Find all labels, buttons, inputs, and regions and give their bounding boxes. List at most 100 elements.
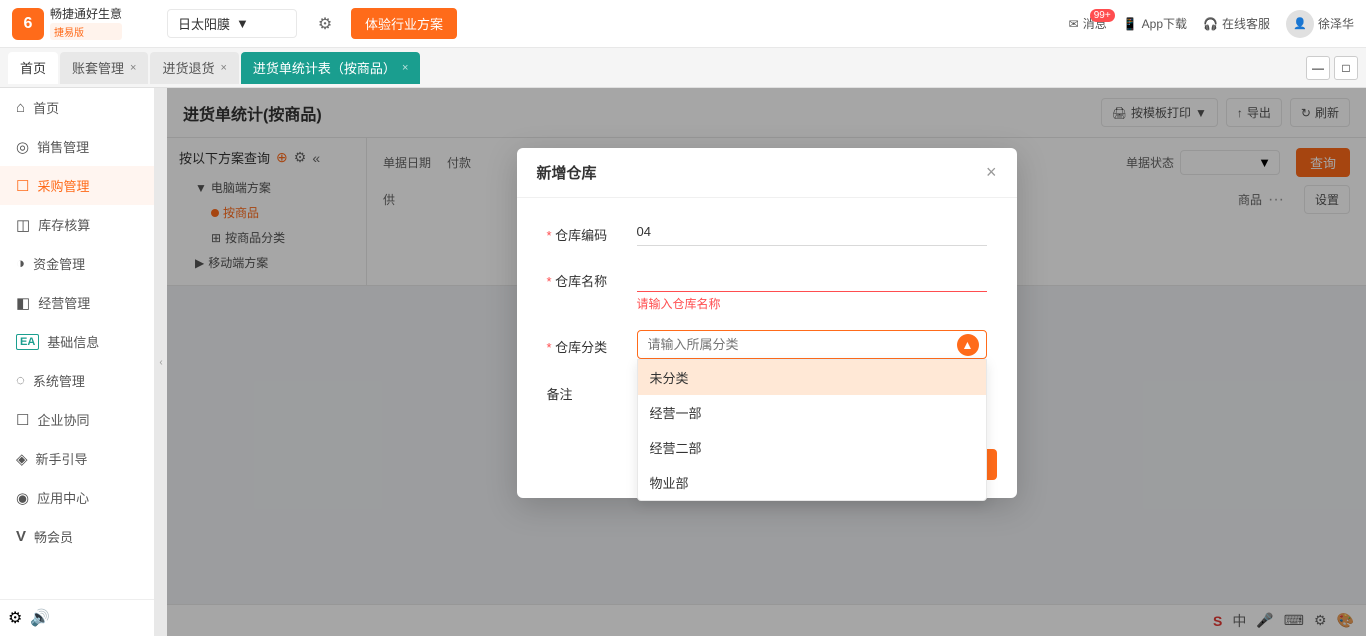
sidebar-item-apps[interactable]: ◉ 应用中心 [0, 478, 154, 517]
tab-maximize-button[interactable]: □ [1334, 56, 1358, 80]
sidebar-item-operations[interactable]: ◧ 经营管理 [0, 283, 154, 322]
tab-home[interactable]: 首页 [8, 52, 58, 84]
app-download-label: App下载 [1142, 15, 1187, 32]
category-input[interactable] [637, 330, 987, 359]
trial-button[interactable]: 体验行业方案 [351, 8, 457, 39]
store-name: 日太阳膜 [178, 14, 230, 33]
store-selector[interactable]: 日太阳膜 ▼ [167, 9, 297, 38]
sales-icon: ◎ [16, 138, 29, 156]
volume-icon[interactable]: 🔊 [30, 608, 50, 628]
operations-icon: ◧ [16, 294, 30, 312]
base-icon: EA [16, 334, 39, 350]
dropdown-item-none[interactable]: 未分类 [638, 360, 986, 395]
dropdown-arrow: ▼ [236, 16, 249, 31]
sidebar-item-member[interactable]: V 畅会员 [0, 517, 154, 556]
tab-purchase-stats-close[interactable]: × [402, 62, 408, 74]
name-input-wrap: 请输入仓库名称 [637, 264, 987, 312]
modal-title: 新增仓库 [537, 162, 597, 183]
logo-area: 6 畅捷通好生意 捷易版 [12, 7, 167, 40]
finance-icon: ◑ [16, 255, 25, 272]
top-header: 6 畅捷通好生意 捷易版 日太阳膜 ▼ ⚙ 体验行业方案 ✉ 消息 99+ 📱 … [0, 0, 1366, 48]
code-field-row: 仓库编码 [547, 218, 987, 246]
sidebar-item-enterprise[interactable]: ☐ 企业协同 [0, 400, 154, 439]
sidebar-item-finance[interactable]: ◑ 资金管理 [0, 244, 154, 283]
sidebar-label-sales: 销售管理 [37, 137, 89, 156]
name-field-row: 仓库名称 请输入仓库名称 [547, 264, 987, 312]
settings-icon[interactable]: ⚙ [8, 608, 22, 628]
logo-text: 畅捷通好生意 [50, 7, 122, 23]
message-icon: ✉ [1069, 17, 1079, 31]
sidebar-item-base[interactable]: EA 基础信息 [0, 322, 154, 361]
header-right: ✉ 消息 99+ 📱 App下载 🎧 在线客服 👤 徐泽华 [1069, 10, 1354, 38]
sidebar-label-base: 基础信息 [47, 332, 99, 351]
sidebar-item-sales[interactable]: ◎ 销售管理 [0, 127, 154, 166]
tab-purchase-stats-label: 进货单统计表（按商品） [253, 58, 396, 77]
logo-badge: 捷易版 [50, 23, 122, 40]
modal-close-button[interactable]: × [986, 162, 997, 183]
system-icon: ◌ [16, 372, 25, 389]
tab-purchase-return-close[interactable]: × [220, 62, 226, 74]
tab-purchase-stats[interactable]: 进货单统计表（按商品） × [241, 52, 420, 84]
modal-header: 新增仓库 × [517, 148, 1017, 198]
tab-bar: 首页 账套管理 × 进货退货 × 进货单统计表（按商品） × — □ [0, 48, 1366, 88]
username: 徐泽华 [1318, 15, 1354, 32]
content-area: 进货单统计(按商品) 🖨 按模板打印 ▼ ↑ 导出 ↻ 刷新 [167, 88, 1366, 636]
sidebar-item-guide[interactable]: ◈ 新手引导 [0, 439, 154, 478]
sidebar: ⌂ 首页 ◎ 销售管理 ☐ 采购管理 ◫ 库存核算 ◑ 资金管理 ◧ 经营管理 … [0, 88, 155, 636]
guide-icon: ◈ [16, 450, 28, 468]
headset-icon: 🎧 [1203, 17, 1218, 31]
avatar: 👤 [1286, 10, 1314, 38]
messages-badge: 99+ [1090, 9, 1115, 22]
home-icon: ⌂ [16, 99, 25, 116]
tab-purchase-return[interactable]: 进货退货 × [150, 52, 238, 84]
sidebar-bottom: ⚙ 🔊 [0, 599, 154, 636]
purchase-icon: ☐ [16, 177, 29, 195]
sidebar-label-inventory: 库存核算 [38, 215, 90, 234]
sidebar-label-member: 畅会员 [34, 527, 73, 546]
tab-controls: — □ [1306, 56, 1358, 80]
modal-body: 仓库编码 仓库名称 请输入仓库名称 [517, 198, 1017, 439]
code-input[interactable] [637, 218, 987, 246]
note-label: 备注 [547, 377, 627, 403]
sidebar-label-purchase: 采购管理 [37, 176, 89, 195]
name-label: 仓库名称 [547, 264, 627, 290]
code-label: 仓库编码 [547, 218, 627, 244]
sidebar-item-purchase[interactable]: ☐ 采购管理 [0, 166, 154, 205]
category-input-wrap: ▲ 未分类 经营一部 经营二部 物业部 [637, 330, 987, 359]
dropdown-item-ops1[interactable]: 经营一部 [638, 395, 986, 430]
dropdown-item-ops2[interactable]: 经营二部 [638, 430, 986, 465]
category-arrow-button[interactable]: ▲ [957, 334, 979, 356]
tab-minimize-button[interactable]: — [1306, 56, 1330, 80]
apps-icon: ◉ [16, 489, 29, 507]
tab-accounts-close[interactable]: × [130, 62, 136, 74]
tab-accounts-label: 账套管理 [72, 58, 124, 77]
tab-home-label: 首页 [20, 58, 46, 77]
sidebar-item-system[interactable]: ◌ 系统管理 [0, 361, 154, 400]
new-warehouse-modal: 新增仓库 × 仓库编码 仓库名称 [517, 148, 1017, 498]
tab-accounts[interactable]: 账套管理 × [60, 52, 148, 84]
online-service-label: 在线客服 [1222, 15, 1270, 32]
sidebar-label-apps: 应用中心 [37, 488, 89, 507]
online-service-item[interactable]: 🎧 在线客服 [1203, 15, 1270, 32]
category-label: 仓库分类 [547, 330, 627, 356]
member-icon: V [16, 528, 26, 545]
name-error-message: 请输入仓库名称 [637, 295, 987, 312]
header-center: ⚙ 体验行业方案 [297, 8, 1069, 40]
sidebar-collapse-button[interactable]: ‹ [155, 88, 167, 636]
sidebar-item-inventory[interactable]: ◫ 库存核算 [0, 205, 154, 244]
logo-icon: 6 [12, 8, 44, 40]
app-download-item[interactable]: 📱 App下载 [1123, 15, 1187, 32]
sidebar-label-guide: 新手引导 [36, 449, 88, 468]
user-item[interactable]: 👤 徐泽华 [1286, 10, 1354, 38]
gear-button[interactable]: ⚙ [309, 8, 341, 40]
category-field-row: 仓库分类 ▲ 未分类 经营一部 经营二部 物业部 [547, 330, 987, 359]
phone-icon: 📱 [1123, 17, 1138, 31]
sidebar-label-system: 系统管理 [33, 371, 85, 390]
name-input[interactable] [637, 264, 987, 292]
sidebar-label-operations: 经营管理 [38, 293, 90, 312]
messages-item[interactable]: ✉ 消息 99+ [1069, 15, 1107, 32]
tab-purchase-return-label: 进货退货 [162, 58, 214, 77]
sidebar-item-home[interactable]: ⌂ 首页 [0, 88, 154, 127]
inventory-icon: ◫ [16, 216, 30, 234]
dropdown-item-property[interactable]: 物业部 [638, 465, 986, 500]
